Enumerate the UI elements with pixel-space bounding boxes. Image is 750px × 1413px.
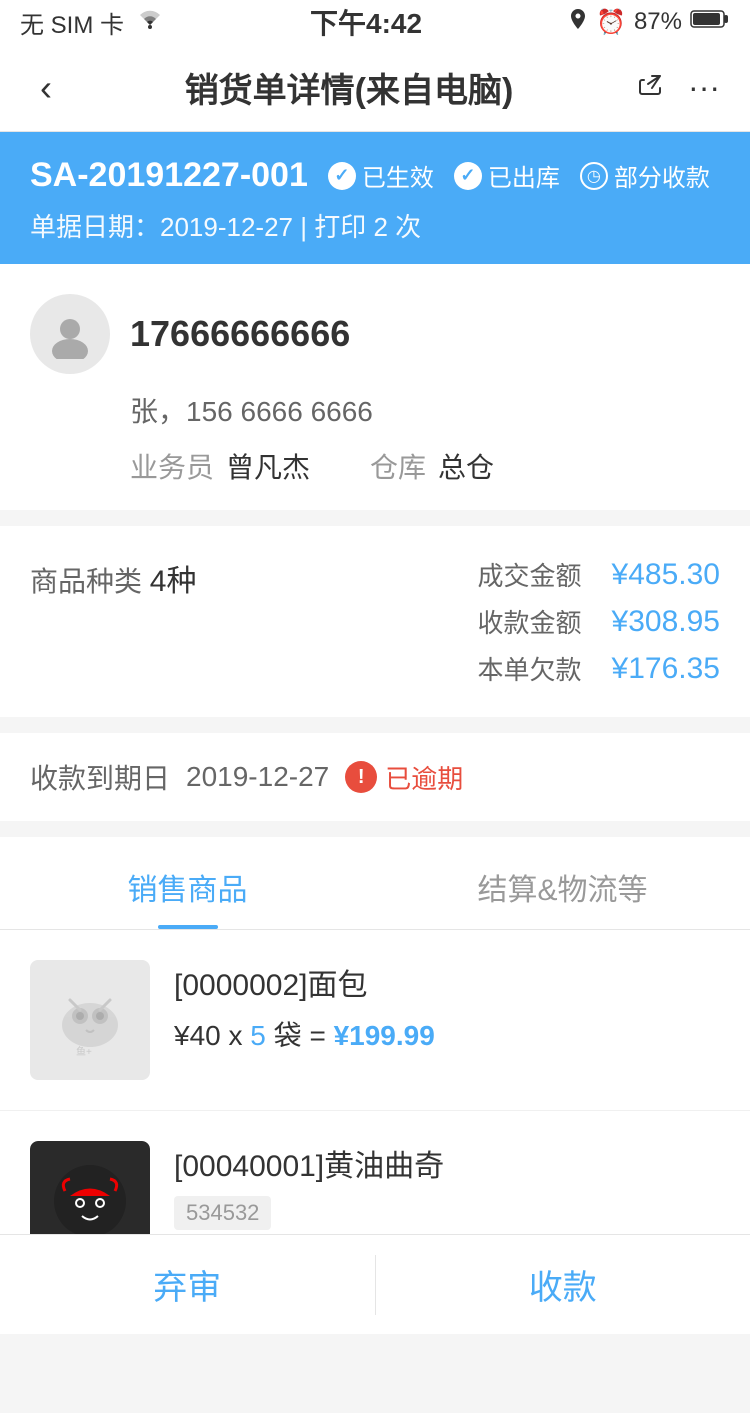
tab-settlement[interactable]: 结算&物流等 xyxy=(375,837,750,929)
overdue-badge: ! 已逾期 xyxy=(345,759,463,796)
due-label: 收款到期日 xyxy=(30,757,170,797)
product-name-0: [0000002]面包 xyxy=(174,960,720,1004)
warehouse-item: 仓库 总仓 xyxy=(370,446,494,486)
due-section: 收款到期日 2019-12-27 ! 已逾期 xyxy=(0,733,750,821)
warehouse-value: 总仓 xyxy=(438,446,494,486)
received-row: 收款金额 ¥308.95 xyxy=(478,603,720,640)
status-bar: 无 SIM 卡 下午4:42 ⏰ 87% xyxy=(0,0,750,44)
warehouse-label: 仓库 xyxy=(370,446,426,486)
stats-section: 商品种类 4种 成交金额 ¥485.30 收款金额 ¥308.95 本单欠款 ¥… xyxy=(0,526,750,717)
category-count-val: 4种 xyxy=(150,565,197,598)
amount-label: 成交金额 xyxy=(478,556,582,593)
stats-left: 商品种类 4种 xyxy=(30,556,196,600)
overdue-icon: ! xyxy=(345,761,377,793)
order-id-row: SA-20191227-001 ✓ 已生效 ✓ 已出库 ◷ 部分收款 xyxy=(30,156,720,195)
list-item: 鱼+ [0000002]面包 ¥40 x 5 袋 = ¥199.99 xyxy=(0,930,750,1111)
product-name-1: [00040001]黄油曲奇 xyxy=(174,1141,720,1185)
back-button[interactable]: ‹ xyxy=(30,57,62,119)
customer-name-phone: 张，156 6666 6666 xyxy=(30,390,720,430)
wifi-icon xyxy=(136,8,164,36)
customer-section: 17666666666 张，156 6666 6666 业务员 曾凡杰 仓库 总… xyxy=(0,264,750,510)
tab-products[interactable]: 销售商品 xyxy=(0,837,375,929)
cancel-button[interactable]: 弃审 xyxy=(0,1240,375,1329)
owed-row: 本单欠款 ¥176.35 xyxy=(478,650,720,687)
location-icon xyxy=(568,8,588,37)
customer-meta: 业务员 曾凡杰 仓库 总仓 xyxy=(30,446,720,486)
nav-actions: ··· xyxy=(636,68,720,108)
received-value: ¥308.95 xyxy=(612,605,720,639)
clock-icon: ◷ xyxy=(580,162,608,190)
page-title: 销货单详情(来自电脑) xyxy=(185,63,514,112)
alarm-icon: ⏰ xyxy=(596,8,626,37)
battery-text: 87% xyxy=(634,8,682,36)
product-tag-1: 534532 xyxy=(174,1196,271,1230)
product-price-0: ¥40 x 5 袋 = ¥199.99 xyxy=(174,1014,720,1054)
status-right: ⏰ 87% xyxy=(568,8,730,37)
battery-icon xyxy=(690,8,730,36)
svg-text:鱼+: 鱼+ xyxy=(76,1045,92,1058)
amount-value: ¥485.30 xyxy=(612,558,720,592)
product-qty-0: 5 xyxy=(250,1020,266,1051)
status-badge-shipped: ✓ 已出库 xyxy=(454,158,560,193)
order-id: SA-20191227-001 xyxy=(30,156,308,195)
product-total-0: ¥199.99 xyxy=(334,1020,435,1051)
status-time: 下午4:42 xyxy=(310,2,422,42)
status-badge-partial: ◷ 部分收款 xyxy=(580,158,710,193)
confirm-button[interactable]: 收款 xyxy=(376,1240,750,1329)
order-header: SA-20191227-001 ✓ 已生效 ✓ 已出库 ◷ 部分收款 单据日期：… xyxy=(0,132,750,264)
tabs-bar: 销售商品 结算&物流等 xyxy=(0,837,750,930)
nav-bar: ‹ 销货单详情(来自电脑) ··· xyxy=(0,44,750,132)
customer-phone: 17666666666 xyxy=(130,313,350,355)
salesperson-item: 业务员 曾凡杰 xyxy=(130,446,310,486)
overdue-text: 已逾期 xyxy=(385,759,463,796)
owed-value: ¥176.35 xyxy=(612,652,720,686)
status-badge-active: ✓ 已生效 xyxy=(328,158,434,193)
check-icon-active: ✓ xyxy=(328,162,356,190)
order-date: 单据日期：2019-12-27 | 打印 2 次 xyxy=(30,207,720,244)
owed-label: 本单欠款 xyxy=(478,650,582,687)
carrier-text: 无 SIM 卡 xyxy=(20,5,124,40)
customer-row: 17666666666 xyxy=(30,294,720,374)
salesperson-value: 曾凡杰 xyxy=(226,446,310,486)
more-icon[interactable]: ··· xyxy=(688,69,720,106)
received-label: 收款金额 xyxy=(478,603,582,640)
owl-logo-icon: 鱼+ xyxy=(30,960,150,1080)
customer-avatar xyxy=(30,294,110,374)
product-thumbnail-0: 鱼+ xyxy=(30,960,150,1080)
amount-row: 成交金额 ¥485.30 xyxy=(478,556,720,593)
salesperson-label: 业务员 xyxy=(130,446,214,486)
status-left: 无 SIM 卡 xyxy=(20,5,164,40)
due-date: 2019-12-27 xyxy=(186,761,329,793)
bottom-bar: 弃审 收款 xyxy=(0,1234,750,1334)
check-icon-shipped: ✓ xyxy=(454,162,482,190)
product-info-0: [0000002]面包 ¥40 x 5 袋 = ¥199.99 xyxy=(174,960,720,1054)
stats-right: 成交金额 ¥485.30 收款金额 ¥308.95 本单欠款 ¥176.35 xyxy=(478,556,720,687)
share-icon[interactable] xyxy=(636,68,668,108)
